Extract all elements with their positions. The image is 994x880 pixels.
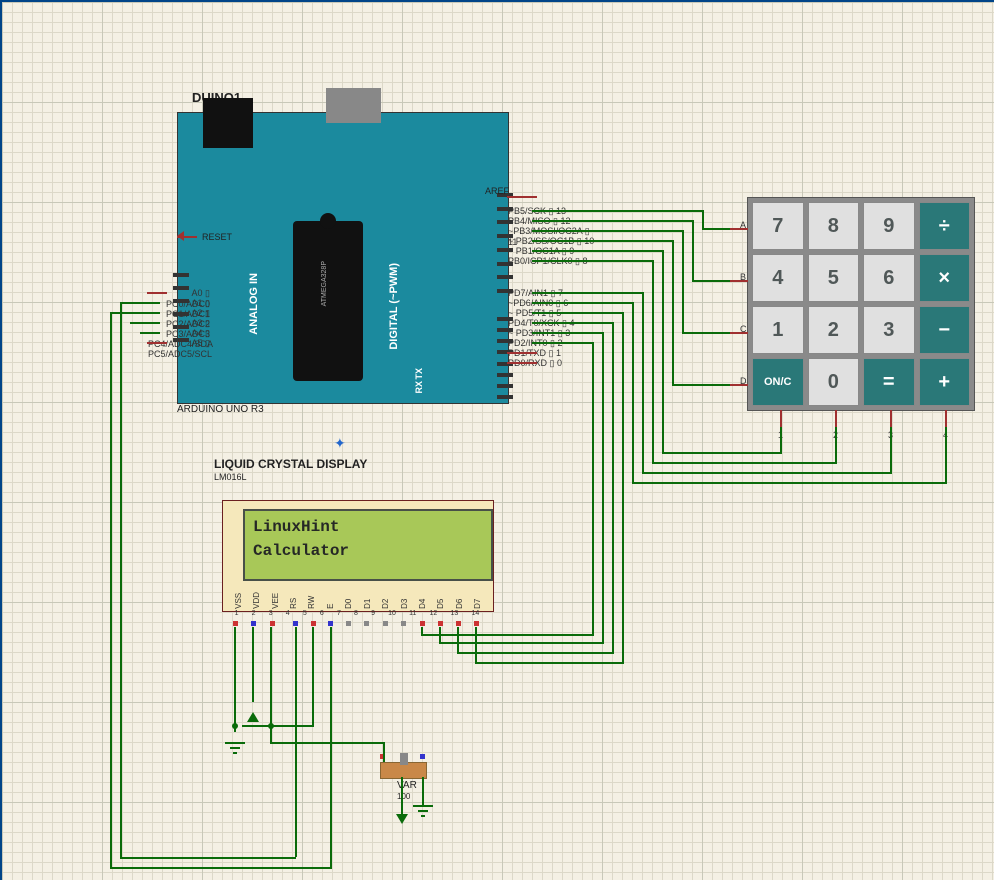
wire-rw-gnd — [312, 627, 314, 727]
power-vdd-icon — [247, 702, 259, 722]
lcd-pin-numbers: 1234567891011121314 — [228, 610, 486, 617]
wire-a1-rs — [120, 302, 160, 304]
key-8[interactable]: 8 — [808, 202, 860, 250]
key-5[interactable]: 5 — [808, 254, 860, 302]
key-7[interactable]: 7 — [752, 202, 804, 250]
lcd-line1: LinuxHint — [253, 515, 483, 539]
key-3[interactable]: 3 — [863, 306, 915, 354]
wire-vss — [234, 627, 236, 732]
digital-pwm-label: DIGITAL (~PWM) — [388, 263, 400, 350]
usb-port-icon — [326, 88, 381, 123]
power-jack-icon — [203, 98, 253, 148]
lcd-reference: LIQUID CRYSTAL DISPLAY — [214, 457, 367, 471]
key-minus[interactable]: − — [919, 306, 971, 354]
schematic-canvas[interactable]: DUINO1 ATMEGA328P ANALOG IN DIGITAL (~PW… — [0, 0, 994, 880]
aref-label: AREF — [485, 186, 509, 196]
arduino-uno-component[interactable]: ATMEGA328P ANALOG IN DIGITAL (~PWM) TX R… — [177, 112, 509, 404]
lcd-part: LM016L — [214, 472, 247, 482]
key-4[interactable]: 4 — [752, 254, 804, 302]
key-1[interactable]: 1 — [752, 306, 804, 354]
lcd-screen: LinuxHint Calculator — [243, 509, 493, 581]
key-9[interactable]: 9 — [863, 202, 915, 250]
pot-value: 100 — [397, 792, 410, 801]
potentiometer-component[interactable] — [380, 762, 427, 779]
key-0[interactable]: 0 — [808, 358, 860, 406]
lcd-component[interactable]: LinuxHint Calculator VSSVDDVEERSRWED0D1D… — [222, 500, 494, 612]
tx-label: TX — [414, 368, 424, 380]
key-divide[interactable]: ÷ — [919, 202, 971, 250]
pot-reference: VAR — [397, 780, 417, 791]
rx-label: RX — [414, 381, 424, 394]
ground-symbol-lcd — [225, 742, 245, 758]
wire-a4-lcd — [140, 332, 160, 334]
key-equals[interactable]: = — [863, 358, 915, 406]
ground-symbol-pot — [413, 805, 433, 821]
reset-arrow-icon — [177, 231, 184, 241]
key-plus[interactable]: + — [919, 358, 971, 406]
analog-in-label: ANALOG IN — [248, 273, 260, 335]
lcd-line2: Calculator — [253, 539, 483, 563]
pot-wiper-arrow-icon — [396, 814, 408, 824]
keypad-row-a-label: A — [740, 220, 746, 230]
key-multiply[interactable]: × — [919, 254, 971, 302]
atmega-chip-icon: ATMEGA328P — [293, 221, 363, 381]
wire-vdd — [252, 627, 254, 702]
wire-a3-lcd — [130, 322, 160, 324]
keypad-row-c-label: C — [740, 324, 747, 334]
cursor-crosshair-icon: ✦ — [334, 435, 346, 452]
keypad-component[interactable]: 7 8 9 ÷ 4 5 6 × 1 2 3 − ON/C 0 = + A B C… — [747, 197, 975, 411]
key-on-clear[interactable]: ON/C — [752, 358, 804, 406]
arduino-name: ARDUINO UNO R3 — [177, 404, 264, 415]
key-2[interactable]: 2 — [808, 306, 860, 354]
lcd-pin-labels: VSSVDDVEERSRWED0D1D2D3D4D5D6D7 — [229, 592, 487, 609]
keypad-row-b-label: B — [740, 272, 746, 282]
keypad-row-d-label: D — [740, 376, 747, 386]
key-6[interactable]: 6 — [863, 254, 915, 302]
reset-label: RESET — [202, 232, 232, 242]
wire-a2-e — [110, 312, 160, 314]
